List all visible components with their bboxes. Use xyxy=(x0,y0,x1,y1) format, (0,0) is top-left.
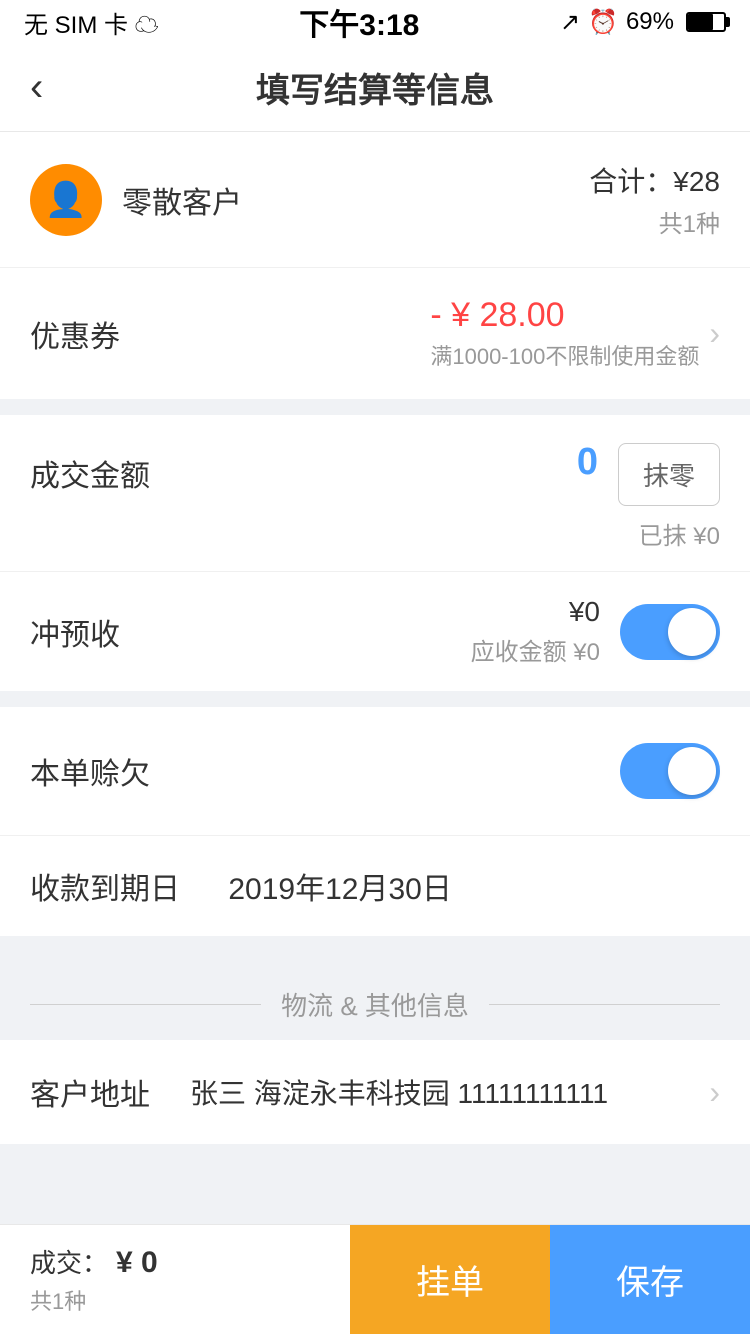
coupon-label: 优惠券 xyxy=(30,312,120,356)
arrears-toggle-knob xyxy=(668,747,716,795)
coupon-right: - ¥ 28.00 满1000-100不限制使用金额 › xyxy=(430,296,720,371)
alarm-icon: ⏰ xyxy=(588,8,618,37)
battery-text: 69% xyxy=(626,8,674,36)
address-value: 张三 海淀永丰科技园 11111111111 xyxy=(190,1072,709,1112)
amount-row: 成交金额 0 抹零 xyxy=(0,415,750,516)
address-label: 客户地址 xyxy=(30,1070,150,1114)
prepayment-row: 冲预收 ¥0 应收金额 ¥0 xyxy=(0,571,750,691)
prepayment-toggle[interactable] xyxy=(620,604,720,660)
coupon-info: - ¥ 28.00 满1000-100不限制使用金额 xyxy=(430,296,699,371)
customer-left: 👤 零散客户 xyxy=(30,164,242,236)
toggle-knob xyxy=(668,608,716,656)
customer-row: 👤 零散客户 合计：¥28 共1种 xyxy=(0,132,750,267)
customer-count: 共1种 xyxy=(589,204,720,239)
back-button[interactable]: ‹ xyxy=(30,65,43,110)
round-button[interactable]: 抹零 xyxy=(618,443,720,506)
sim-text: 无 SIM 卡 ☁ xyxy=(24,5,159,40)
status-right: ↗ ⏰ 69% xyxy=(560,8,726,37)
address-section: 客户地址 张三 海淀永丰科技园 11111111111 › xyxy=(0,1040,750,1144)
prepayment-info: ¥0 应收金额 ¥0 xyxy=(471,596,600,667)
customer-avatar: 👤 xyxy=(30,164,102,236)
location-icon: ↗ xyxy=(560,8,580,37)
customer-total: 合计：¥28 xyxy=(589,160,720,200)
bottom-deal-amount: ¥ 0 xyxy=(116,1246,158,1280)
status-left: 无 SIM 卡 ☁ xyxy=(24,5,159,40)
bottom-bar: 成交： ¥ 0 共1种 挂单 保存 xyxy=(0,1224,750,1334)
logistics-title: 物流 & 其他信息 xyxy=(261,986,489,1023)
status-time: 下午3:18 xyxy=(299,0,419,44)
prepayment-label: 冲预收 xyxy=(30,610,120,654)
nav-bar: ‹ 填写结算等信息 xyxy=(0,44,750,132)
customer-section: 👤 零散客户 合计：¥28 共1种 优惠券 - ¥ 28.00 满1000-10… xyxy=(0,132,750,399)
customer-right: 合计：¥28 共1种 xyxy=(589,160,720,239)
bottom-deal-label: 成交： xyxy=(30,1243,108,1280)
customer-name: 零散客户 xyxy=(122,178,242,222)
address-row[interactable]: 客户地址 张三 海淀永丰科技园 11111111111 › xyxy=(0,1040,750,1144)
prepayment-amount: ¥0 xyxy=(471,596,600,628)
due-date-value: 2019年12月30日 xyxy=(228,873,451,906)
arrears-toggle[interactable] xyxy=(620,743,720,799)
transaction-section: 成交金额 0 抹零 已抹 ¥0 冲预收 ¥0 应收金额 ¥0 xyxy=(0,415,750,691)
amount-sub: 已抹 ¥0 xyxy=(0,516,750,571)
save-button[interactable]: 保存 xyxy=(550,1225,750,1334)
logistics-header: 物流 & 其他信息 xyxy=(0,968,750,1040)
arrears-row: 本单赊欠 xyxy=(0,707,750,835)
due-date-label: 收款到期日 xyxy=(30,873,180,906)
bottom-deal-info: 成交： ¥ 0 共1种 xyxy=(0,1243,350,1316)
logistics-container: 物流 & 其他信息 xyxy=(0,952,750,1040)
page-title: 填写结算等信息 xyxy=(256,63,494,112)
amount-label: 成交金额 xyxy=(30,443,150,495)
address-arrow-icon: › xyxy=(709,1074,720,1111)
arrears-section: 本单赊欠 收款到期日 2019年12月30日 xyxy=(0,707,750,936)
prepayment-right: ¥0 应收金额 ¥0 xyxy=(471,596,720,667)
hold-button[interactable]: 挂单 xyxy=(350,1225,550,1334)
main-content: 👤 零散客户 合计：¥28 共1种 优惠券 - ¥ 28.00 满1000-10… xyxy=(0,132,750,1280)
coupon-desc: 满1000-100不限制使用金额 xyxy=(430,339,699,371)
coupon-row[interactable]: 优惠券 - ¥ 28.00 满1000-100不限制使用金额 › xyxy=(0,267,750,399)
amount-right: 0 抹零 xyxy=(577,443,720,506)
coupon-amount: - ¥ 28.00 xyxy=(430,296,699,335)
status-bar: 无 SIM 卡 ☁ 下午3:18 ↗ ⏰ 69% xyxy=(0,0,750,44)
amount-value: 0 xyxy=(577,443,598,481)
coupon-arrow-icon: › xyxy=(709,315,720,352)
battery-icon xyxy=(686,12,726,32)
avatar-icon: 👤 xyxy=(45,180,87,220)
due-date-row: 收款到期日 2019年12月30日 xyxy=(0,835,750,936)
bottom-deal-row: 成交： ¥ 0 xyxy=(30,1243,320,1280)
prepayment-sub: 应收金额 ¥0 xyxy=(471,632,600,667)
arrears-label: 本单赊欠 xyxy=(30,749,150,793)
bottom-count: 共1种 xyxy=(30,1284,320,1316)
